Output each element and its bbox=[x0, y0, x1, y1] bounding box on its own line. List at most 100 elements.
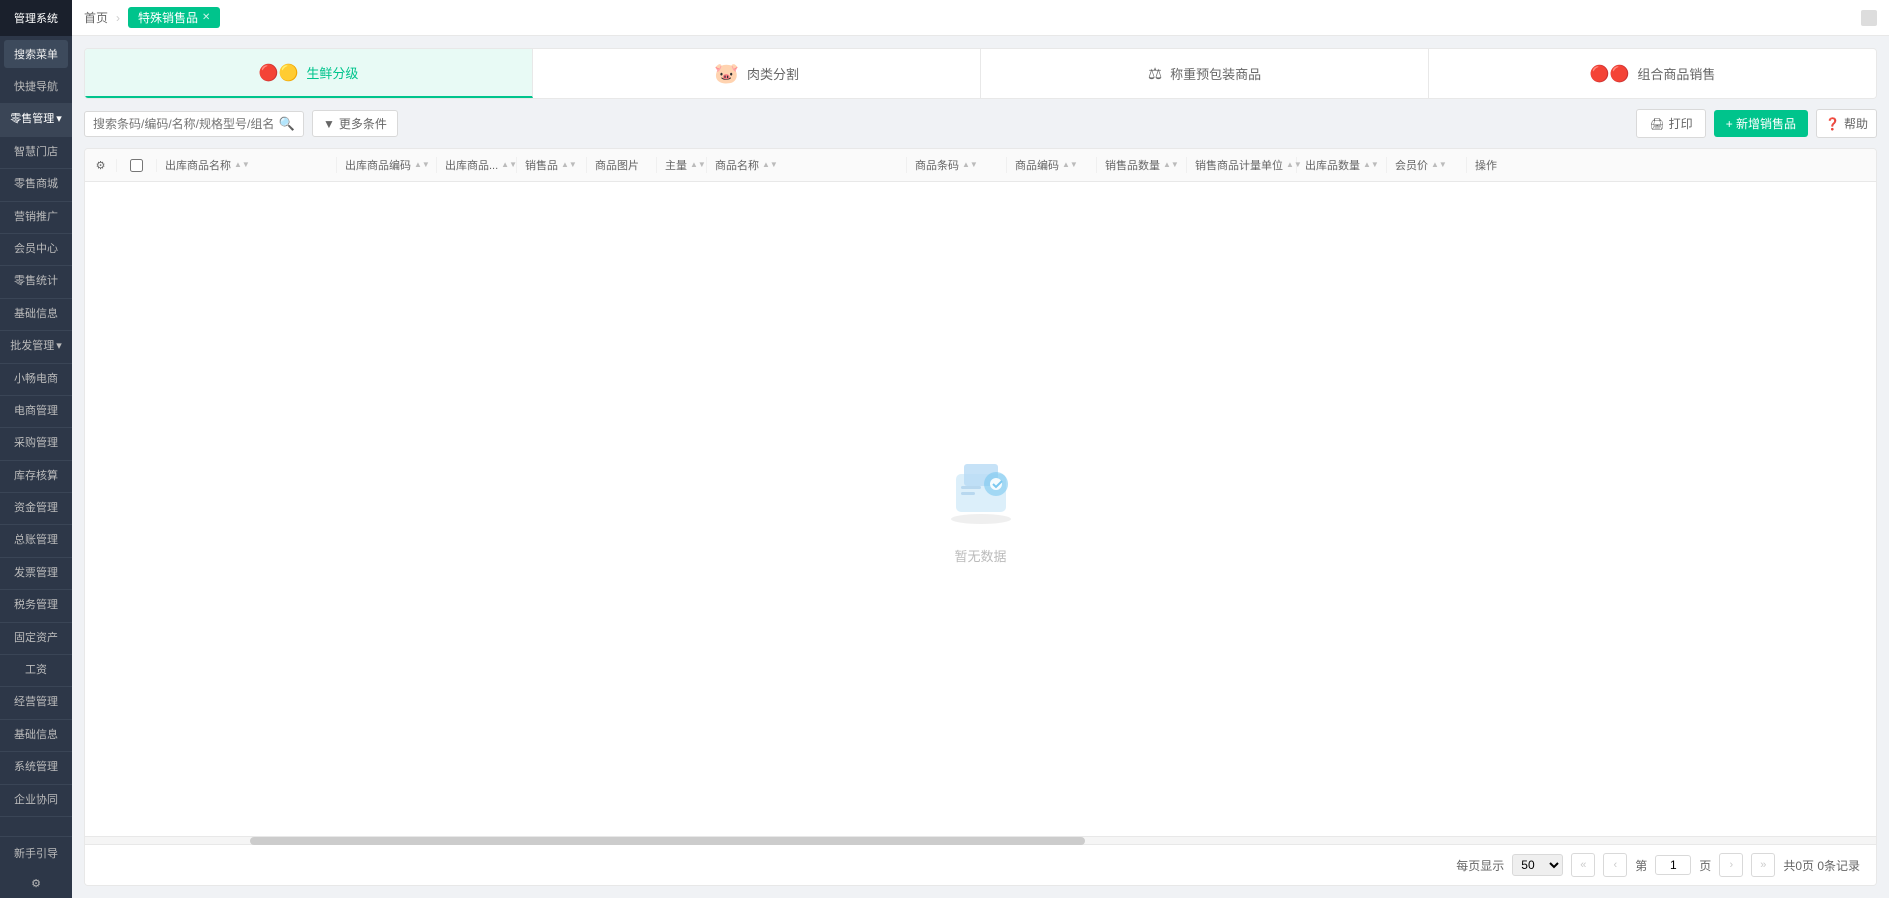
sidebar-item-tax-mgmt[interactable]: 税务管理 bbox=[0, 590, 72, 622]
th-setting[interactable]: ⚙ bbox=[85, 159, 117, 172]
search-icon: 🔍 bbox=[279, 116, 295, 132]
search-input[interactable] bbox=[93, 117, 275, 131]
scrollbar-thumb[interactable] bbox=[250, 837, 1085, 845]
sidebar-item-members[interactable]: 会员中心 bbox=[0, 234, 72, 266]
close-tab-icon[interactable]: ✕ bbox=[202, 12, 210, 23]
th-out-code: 出库商品编码 ▲▼ bbox=[337, 157, 437, 173]
sort-arrows[interactable]: ▲▼ bbox=[234, 161, 250, 169]
sidebar-item-wholesale-mgmt[interactable]: 批发管理 ▾ bbox=[0, 331, 72, 363]
th-sale-unit: 销售商品计量单位 ▲▼ bbox=[1187, 157, 1297, 173]
filter-button[interactable]: ▼ 更多条件 bbox=[312, 110, 398, 137]
sidebar-item-retail-stats[interactable]: 零售统计 bbox=[0, 266, 72, 298]
per-page-select[interactable]: 50 10 20 100 bbox=[1512, 854, 1563, 876]
th-goods-name: 商品名称 ▲▼ bbox=[707, 157, 907, 173]
chevron-down-icon: ▾ bbox=[56, 112, 62, 127]
sort-arrows-main[interactable]: ▲▼ bbox=[690, 161, 706, 169]
sidebar-item-retail-mgmt[interactable]: 零售管理 ▾ bbox=[0, 104, 72, 136]
topbar: 首页 › 特殊销售品 ✕ bbox=[72, 0, 1889, 36]
sort-arrows-gname[interactable]: ▲▼ bbox=[762, 161, 778, 169]
tab-meat-label: 肉类分割 bbox=[747, 64, 799, 83]
sidebar-item-settings[interactable]: ⚙ bbox=[0, 869, 72, 898]
page-label: 第 bbox=[1635, 857, 1647, 874]
prev-page-btn[interactable]: ‹ bbox=[1603, 853, 1627, 877]
tab-combo[interactable]: 🔴🔴 组合商品销售 bbox=[1429, 49, 1876, 98]
empty-state: 暂无数据 bbox=[85, 182, 1876, 836]
th-sale-item: 销售品 ▲▼ bbox=[517, 157, 587, 173]
sidebar-item-general-ledger[interactable]: 总账管理 bbox=[0, 525, 72, 557]
per-page-label: 每页显示 bbox=[1456, 857, 1504, 874]
th-goods-code: 商品编码 ▲▼ bbox=[1007, 157, 1097, 173]
last-page-btn[interactable]: » bbox=[1751, 853, 1775, 877]
page-content: 🔴🟡 生鲜分级 🐷 肉类分割 ⚖ 称重预包装商品 🔴🔴 组合商品销售 🔍 bbox=[72, 36, 1889, 898]
sidebar-item-smart-store[interactable]: 智慧门店 bbox=[0, 137, 72, 169]
combo-icon: 🔴🔴 bbox=[1590, 64, 1630, 84]
tab-fresh-label: 生鲜分级 bbox=[306, 63, 358, 82]
active-tab-tag[interactable]: 特殊销售品 ✕ bbox=[128, 7, 220, 28]
sidebar-item-payroll[interactable]: 工资 bbox=[0, 655, 72, 687]
column-setting-icon[interactable]: ⚙ bbox=[96, 159, 106, 172]
sort-arrows-outqty[interactable]: ▲▼ bbox=[1363, 161, 1379, 169]
sidebar-item-system-mgmt[interactable]: 系统管理 bbox=[0, 752, 72, 784]
sidebar-item-invoice-mgmt[interactable]: 发票管理 bbox=[0, 558, 72, 590]
sidebar-item-retail-mall[interactable]: 零售商城 bbox=[0, 169, 72, 201]
next-page-btn[interactable]: › bbox=[1719, 853, 1743, 877]
sidebar-item-enterprise[interactable]: 企业协同 bbox=[0, 785, 72, 817]
th-main: 主量 ▲▼ bbox=[657, 157, 707, 173]
empty-svg-icon bbox=[936, 454, 1026, 529]
sidebar-item-newbie[interactable]: 新手引导 bbox=[0, 837, 72, 869]
th-out-name: 出库商品名称 ▲▼ bbox=[157, 157, 337, 173]
sidebar-item-mini-ecom[interactable]: 小畅电商 bbox=[0, 364, 72, 396]
th-out-qty: 出库品数量 ▲▼ bbox=[1297, 157, 1387, 173]
sidebar-item-quick-nav[interactable]: 快捷导航 bbox=[0, 72, 72, 104]
total-text: 共0页 0条记录 bbox=[1783, 857, 1860, 874]
sidebar-item-ecom-mgmt[interactable]: 电商管理 bbox=[0, 396, 72, 428]
sort-arrows-spec[interactable]: ▲▼ bbox=[501, 161, 517, 169]
sort-arrows-barcode[interactable]: ▲▼ bbox=[962, 161, 978, 169]
weighed-icon: ⚖ bbox=[1148, 64, 1162, 84]
sort-arrows-price[interactable]: ▲▼ bbox=[1431, 161, 1447, 169]
help-button[interactable]: ❓ 帮助 bbox=[1816, 109, 1877, 138]
horizontal-scrollbar[interactable] bbox=[85, 836, 1876, 844]
meat-icon: 🐷 bbox=[714, 61, 739, 86]
empty-illustration bbox=[936, 454, 1026, 534]
sort-arrows-code[interactable]: ▲▼ bbox=[414, 161, 430, 169]
th-checkbox[interactable] bbox=[117, 159, 157, 172]
home-link[interactable]: 首页 bbox=[84, 9, 108, 26]
th-op: 操作 bbox=[1467, 157, 1527, 173]
sort-arrows-sale[interactable]: ▲▼ bbox=[561, 161, 577, 169]
toggle-icon[interactable] bbox=[1861, 10, 1877, 26]
sidebar-item-promo[interactable]: 营销推广 bbox=[0, 202, 72, 234]
first-page-btn[interactable]: « bbox=[1571, 853, 1595, 877]
tab-fresh[interactable]: 🔴🟡 生鲜分级 bbox=[85, 49, 533, 98]
tab-meat[interactable]: 🐷 肉类分割 bbox=[533, 49, 981, 98]
sidebar-item-base-info[interactable]: 基础信息 bbox=[0, 720, 72, 752]
sidebar-item-finance-mgmt[interactable]: 资金管理 bbox=[0, 493, 72, 525]
tab-combo-label: 组合商品销售 bbox=[1637, 64, 1715, 83]
sidebar-item-inventory[interactable]: 库存核算 bbox=[0, 461, 72, 493]
select-all-checkbox[interactable] bbox=[130, 159, 143, 172]
fresh-icon: 🔴🟡 bbox=[259, 63, 299, 83]
page-input[interactable] bbox=[1655, 855, 1691, 875]
print-button[interactable]: 🖨 打印 bbox=[1636, 109, 1705, 138]
search-box[interactable]: 🔍 bbox=[84, 111, 304, 137]
toolbar: 🔍 ▼ 更多条件 🖨 打印 + 新增销售品 ❓ 帮助 bbox=[84, 109, 1877, 138]
tab-weighed[interactable]: ⚖ 称重预包装商品 bbox=[981, 49, 1429, 98]
table-header: ⚙ 出库商品名称 ▲▼ 出库商品编码 ▲▼ 出库商品... ▲▼ bbox=[85, 149, 1876, 182]
toolbar-right: 🖨 打印 + 新增销售品 ❓ 帮助 bbox=[1636, 109, 1877, 138]
sidebar-item-ops-mgmt[interactable]: 经营管理 bbox=[0, 687, 72, 719]
sidebar-bottom: 新手引导 ⚙ bbox=[0, 836, 72, 898]
pagination: 每页显示 50 10 20 100 « ‹ 第 页 › » 共0页 0条记录 bbox=[85, 844, 1876, 885]
add-button[interactable]: + 新增销售品 bbox=[1714, 110, 1808, 137]
sidebar-item-fixed-assets[interactable]: 固定资产 bbox=[0, 623, 72, 655]
filter-icon: ▼ bbox=[323, 117, 335, 131]
empty-text: 暂无数据 bbox=[954, 546, 1006, 565]
sidebar-search-button[interactable]: 搜索菜单 bbox=[4, 40, 68, 68]
th-member-price: 会员价 ▲▼ bbox=[1387, 157, 1467, 173]
sort-arrows-gcode[interactable]: ▲▼ bbox=[1062, 161, 1078, 169]
sidebar-item-basic-info-retail[interactable]: 基础信息 bbox=[0, 299, 72, 331]
th-barcode: 商品条码 ▲▼ bbox=[907, 157, 1007, 173]
category-tabs: 🔴🟡 生鲜分级 🐷 肉类分割 ⚖ 称重预包装商品 🔴🔴 组合商品销售 bbox=[84, 48, 1877, 99]
sort-arrows-qty[interactable]: ▲▼ bbox=[1163, 161, 1179, 169]
th-img: 商品图片 bbox=[587, 157, 657, 173]
sidebar-item-purchase-mgmt[interactable]: 采购管理 bbox=[0, 428, 72, 460]
